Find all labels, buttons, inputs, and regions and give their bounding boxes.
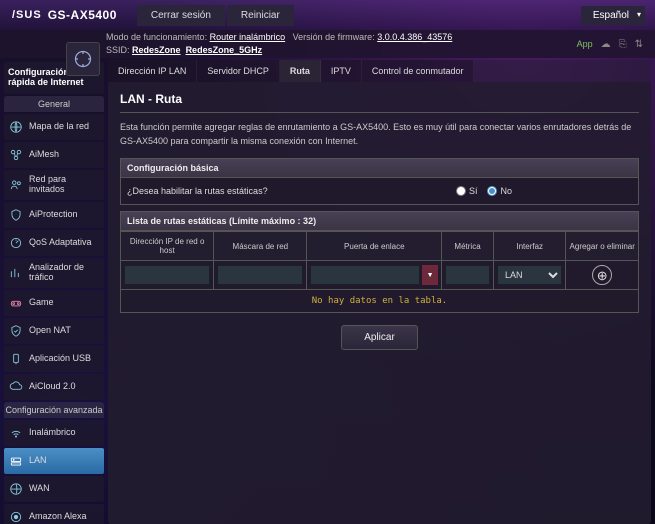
tab-ruta[interactable]: Ruta: [280, 60, 321, 82]
static-list-header: Lista de rutas estáticas (Límite máximo …: [120, 211, 639, 231]
sidebar-item-amazon-alexa[interactable]: Amazon Alexa: [4, 504, 104, 524]
col-metric: Métrica: [442, 232, 494, 261]
sidebar-item-aplicaci-n-usb[interactable]: Aplicación USB: [4, 346, 104, 372]
ip-input[interactable]: [124, 265, 210, 285]
sidebar-label: Inalámbrico: [29, 428, 76, 438]
sidebar-item-mapa-de-la-red[interactable]: Mapa de la red: [4, 114, 104, 140]
sidebar-icon: [8, 351, 24, 367]
sidebar-icon: [8, 235, 24, 251]
sidebar-label: AiProtection: [29, 210, 78, 220]
ssid2-link[interactable]: RedesZone_5GHz: [186, 45, 263, 55]
sidebar: Configuración rápida de Internet General…: [0, 58, 104, 524]
cloud-icon[interactable]: ☁: [601, 39, 611, 50]
lan-tabs: Dirección IP LANServidor DHCPRutaIPTVCon…: [108, 60, 651, 82]
gateway-dropdown-button[interactable]: ▼: [422, 265, 438, 285]
sidebar-icon: [8, 425, 24, 441]
interface-select[interactable]: LAN: [497, 265, 563, 285]
sidebar-general-header: General: [4, 96, 104, 112]
sidebar-item-wan[interactable]: WAN: [4, 476, 104, 502]
sidebar-advanced-header: Configuración avanzada: [4, 402, 104, 418]
sidebar-item-lan[interactable]: LAN: [4, 448, 104, 474]
sidebar-item-qos-adaptativa[interactable]: QoS Adaptativa: [4, 230, 104, 256]
sidebar-label: Open NAT: [29, 326, 71, 336]
usb-icon[interactable]: ⎘: [619, 39, 627, 50]
wifi-icon[interactable]: ⇅: [635, 39, 643, 50]
sidebar-label: Aplicación USB: [29, 354, 91, 364]
sidebar-label: LAN: [29, 456, 47, 466]
sidebar-item-game[interactable]: Game: [4, 290, 104, 316]
static-routes-table: Dirección IP de red o host Máscara de re…: [120, 231, 639, 290]
sidebar-icon: [8, 207, 24, 223]
col-ip: Dirección IP de red o host: [121, 232, 214, 261]
sidebar-item-inal-mbrico[interactable]: Inalámbrico: [4, 420, 104, 446]
col-action: Agregar o eliminar: [566, 232, 639, 261]
static-yes-radio[interactable]: [456, 186, 466, 196]
sidebar-icon: [8, 119, 24, 135]
reboot-button[interactable]: Reiniciar: [227, 5, 294, 26]
brand-logo: /SUS: [12, 9, 42, 21]
sidebar-label: Amazon Alexa: [29, 512, 87, 522]
sidebar-label: Game: [29, 298, 54, 308]
sidebar-item-aiprotection[interactable]: AiProtection: [4, 202, 104, 228]
sidebar-icon: [8, 265, 24, 281]
fw-link[interactable]: 3.0.0.4.386_43576: [377, 32, 452, 42]
sidebar-item-aimesh[interactable]: AiMesh: [4, 142, 104, 168]
sidebar-item-aicloud-2-0[interactable]: AiCloud 2.0: [4, 374, 104, 400]
gateway-input[interactable]: [310, 265, 420, 285]
brand-model: GS-AX5400: [48, 8, 117, 22]
sidebar-icon: [8, 453, 24, 469]
sidebar-icon: [8, 379, 24, 395]
ssid-label: SSID:: [106, 45, 130, 55]
static-no-radio[interactable]: [487, 186, 497, 196]
logout-button[interactable]: Cerrar sesión: [137, 5, 225, 26]
sidebar-item-red-para-invitados[interactable]: Red para invitados: [4, 170, 104, 200]
sidebar-label: Mapa de la red: [29, 122, 89, 132]
content-panel: LAN - Ruta Esta función permite agregar …: [108, 82, 651, 524]
col-mask: Máscara de red: [214, 232, 307, 261]
sidebar-item-analizador-de-tr-fico[interactable]: Analizador de tráfico: [4, 258, 104, 288]
mode-label: Modo de funcionamiento:: [106, 32, 207, 42]
sidebar-item-open-nat[interactable]: Open NAT: [4, 318, 104, 344]
tab-servidor-dhcp[interactable]: Servidor DHCP: [197, 60, 280, 82]
col-gateway: Puerta de enlace: [307, 232, 442, 261]
sidebar-label: WAN: [29, 484, 50, 494]
sidebar-icon: [8, 481, 24, 497]
sidebar-label: Analizador de tráfico: [29, 263, 100, 283]
panel-title: LAN - Ruta: [120, 92, 639, 113]
fw-label: Versión de firmware:: [293, 32, 375, 42]
basic-config-header: Configuración básica: [120, 158, 639, 178]
ssid1-link[interactable]: RedesZone: [132, 45, 181, 55]
sidebar-icon: [8, 147, 24, 163]
static-yes-option[interactable]: Sí: [456, 186, 478, 196]
col-interface: Interfaz: [493, 232, 566, 261]
mask-input[interactable]: [217, 265, 303, 285]
language-selector[interactable]: Español: [581, 6, 645, 25]
sidebar-icon: [8, 295, 24, 311]
sidebar-icon: [8, 323, 24, 339]
info-bar: Modo de funcionamiento: Router inalámbri…: [0, 30, 655, 58]
tab-direcci-n-ip-lan[interactable]: Dirección IP LAN: [108, 60, 197, 82]
apply-button[interactable]: Aplicar: [341, 325, 418, 350]
metric-input[interactable]: [445, 265, 490, 285]
quick-setup-icon[interactable]: [66, 42, 100, 76]
sidebar-label: Red para invitados: [29, 175, 100, 195]
top-bar: /SUS GS-AX5400 Cerrar sesión Reiniciar E…: [0, 0, 655, 30]
sidebar-icon: [8, 509, 24, 524]
sidebar-label: AiCloud 2.0: [29, 382, 76, 392]
sidebar-label: QoS Adaptativa: [29, 238, 92, 248]
sidebar-icon: [8, 177, 24, 193]
mode-link[interactable]: Router inalámbrico: [210, 32, 286, 42]
static-routes-question: ¿Desea habilitar la rutas estáticas?: [127, 186, 456, 196]
add-route-button[interactable]: ⊕: [592, 265, 612, 285]
panel-description: Esta función permite agregar reglas de e…: [120, 121, 639, 148]
app-link[interactable]: App: [577, 39, 593, 49]
sidebar-label: AiMesh: [29, 150, 59, 160]
static-no-option[interactable]: No: [487, 186, 512, 196]
tab-iptv[interactable]: IPTV: [321, 60, 362, 82]
tab-control-de-conmutador[interactable]: Control de conmutador: [362, 60, 475, 82]
no-data-message: No hay datos en la tabla.: [120, 290, 639, 313]
